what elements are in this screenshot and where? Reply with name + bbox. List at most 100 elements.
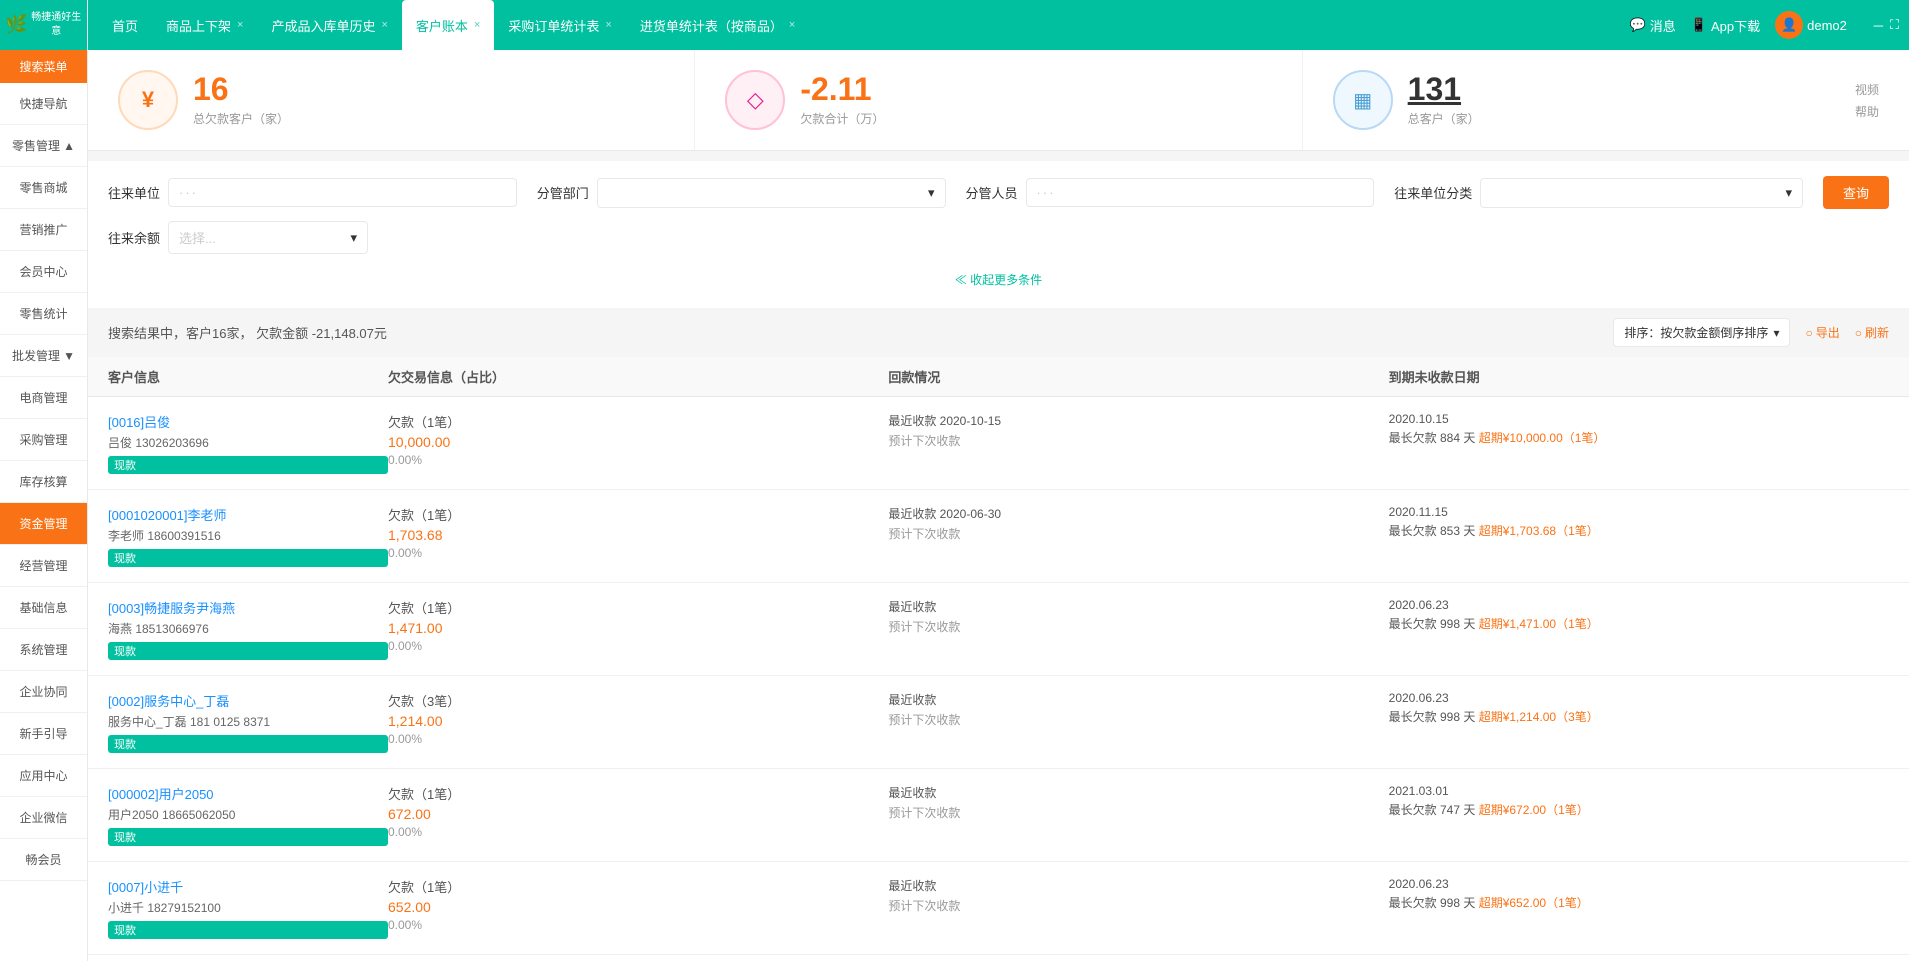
due-info: 2021.03.01 最长欠款 747 天 超期¥672.00（1笔）: [1389, 784, 1889, 818]
sidebar-item-retail-mgmt[interactable]: 零售管理▲: [0, 125, 87, 167]
sidebar-item-quick-nav[interactable]: 快捷导航: [0, 83, 87, 125]
filter-from-unit: 往来单位 ···: [108, 178, 517, 207]
overdue-link[interactable]: 超期¥1,703.68（1笔）: [1479, 524, 1599, 538]
unit-category-label: 往来单位分类: [1394, 183, 1472, 202]
minimize-icon[interactable]: －: [1872, 16, 1885, 35]
tab-product-shelf[interactable]: 商品上下架 ×: [152, 0, 257, 50]
results-prefix: 搜索结果中，客户16家: [108, 326, 239, 341]
sidebar-item-basic-info[interactable]: 基础信息: [0, 587, 87, 629]
collection-info: 最近收款 2020-06-30 预计下次收款: [888, 505, 1388, 542]
tab-close-icon[interactable]: ×: [605, 19, 611, 31]
tab-close-icon[interactable]: ×: [474, 19, 480, 31]
debt-customers-value: 16: [193, 73, 289, 105]
tab-purchase-order[interactable]: 采购订单统计表 ×: [494, 0, 625, 50]
collection-info: 最近收款 预计下次收款: [888, 784, 1388, 821]
app-download-btn[interactable]: 📱 App下载: [1691, 16, 1760, 35]
customer-name-link[interactable]: [0001020001]李老师: [108, 505, 388, 524]
overdue-link[interactable]: 超期¥1,471.00（1笔）: [1479, 617, 1599, 631]
video-link[interactable]: 视频: [1855, 81, 1879, 98]
collapse-btn[interactable]: ≪ 收起更多条件: [108, 266, 1889, 293]
sidebar-item-sys-mgmt[interactable]: 系统管理: [0, 629, 87, 671]
refresh-btn[interactable]: ○ 刷新: [1855, 324, 1889, 341]
debt-amount-value: -2.11: [800, 73, 884, 105]
tab-home[interactable]: 首页: [98, 0, 152, 50]
phone-icon: 📱: [1691, 17, 1707, 33]
sidebar-item-retail-stat[interactable]: 零售统计: [0, 293, 87, 335]
help-link[interactable]: 帮助: [1855, 103, 1879, 120]
refresh-icon: ○: [1855, 326, 1862, 340]
export-icon: ○: [1805, 326, 1812, 340]
overdue-link[interactable]: 超期¥1,214.00（3笔）: [1479, 710, 1599, 724]
filter-balance: 往来余额 选择... ▾: [108, 221, 1889, 254]
customer-phone: 海燕 18513066976: [108, 620, 388, 637]
customer-info: [0016]吕俊 吕俊 13026203696 现款: [108, 412, 388, 474]
customer-tag: 现款: [108, 921, 388, 939]
page-content: ¥ 16 总欠款客户（家） ◇ -2.11 欠款合计（万） ▦ 131 总: [88, 50, 1909, 961]
dept-select[interactable]: ▾: [597, 178, 946, 208]
due-info: 2020.11.15 最长欠款 853 天 超期¥1,703.68（1笔）: [1389, 505, 1889, 539]
sidebar-item-batch-mgmt[interactable]: 批发管理▼: [0, 335, 87, 377]
debt-info: 欠款（1笔） 652.00 0.00%: [388, 877, 888, 932]
tab-close-icon[interactable]: ×: [381, 19, 387, 31]
dept-label: 分管部门: [537, 183, 589, 202]
overdue-link[interactable]: 超期¥10,000.00（1笔）: [1479, 431, 1606, 445]
sidebar-item-new-guide[interactable]: 新手引导: [0, 713, 87, 755]
customer-phone: 服务中心_丁磊 181 0125 8371: [108, 713, 388, 730]
customer-info: [0003]畅捷服务尹海燕 海燕 18513066976 现款: [108, 598, 388, 660]
customer-name-link[interactable]: [000002]用户2050: [108, 784, 388, 803]
tab-product-history[interactable]: 产成品入库单历史 ×: [257, 0, 401, 50]
export-btn[interactable]: ○ 导出: [1805, 324, 1839, 341]
avatar: 👤: [1775, 11, 1803, 39]
customer-name-link[interactable]: [0003]畅捷服务尹海燕: [108, 598, 388, 617]
sidebar-item-enterprise[interactable]: 企业协同: [0, 671, 87, 713]
sidebar-item-member[interactable]: 会员中心: [0, 251, 87, 293]
from-unit-input[interactable]: ···: [168, 178, 517, 207]
debt-info: 欠款（1笔） 672.00 0.00%: [388, 784, 888, 839]
results-bar: 搜索结果中，客户16家， 欠款金额 -21,148.07元 排序：按欠款金额倒序…: [88, 308, 1909, 357]
overdue-link[interactable]: 超期¥652.00（1笔）: [1479, 896, 1589, 910]
filter-dept: 分管部门 ▾: [537, 178, 946, 208]
topbar-right: 💬 消息 📱 App下载 👤 demo2 － ⛶: [1630, 11, 1899, 39]
sidebar-item-capital-mgmt[interactable]: 资金管理: [0, 503, 87, 545]
collection-info: 最近收款 预计下次收款: [888, 877, 1388, 914]
sidebar-item-marketing[interactable]: 营销推广: [0, 209, 87, 251]
data-table: 客户信息 欠交易信息（占比） 回款情况 到期未收款日期 [0016]吕俊 吕俊 …: [88, 357, 1909, 961]
app-name: 畅捷通好生意: [30, 11, 82, 39]
customer-name-link[interactable]: [0007]小进千: [108, 877, 388, 896]
maximize-icon[interactable]: ⛶: [1890, 17, 1899, 33]
debt-customers-icon: ¥: [118, 70, 178, 130]
sidebar-item-purchase-mgmt[interactable]: 采购管理: [0, 419, 87, 461]
user-avatar-btn[interactable]: 👤 demo2: [1775, 11, 1847, 39]
overdue-link[interactable]: 超期¥672.00（1笔）: [1479, 803, 1589, 817]
customer-phone: 用户2050 18665062050: [108, 806, 388, 823]
tab-customer-account[interactable]: 客户账本 ×: [402, 0, 494, 50]
sidebar-item-ecom-mgmt[interactable]: 电商管理: [0, 377, 87, 419]
customer-name-link[interactable]: [0002]服务中心_丁磊: [108, 691, 388, 710]
stat-card-total-customers: ▦ 131 总客户（家） 视频 帮助: [1303, 50, 1909, 150]
collection-info: 最近收款 2020-10-15 预计下次收款: [888, 412, 1388, 449]
header-due-date: 到期未收款日期: [1389, 367, 1889, 386]
search-menu[interactable]: 搜索菜单: [0, 50, 87, 83]
sort-select[interactable]: 排序：按欠款金额倒序排序 ▾: [1613, 318, 1790, 347]
person-input[interactable]: ···: [1026, 178, 1375, 207]
balance-select[interactable]: 选择... ▾: [168, 221, 368, 254]
sidebar-item-wechat-work[interactable]: 企业微信: [0, 797, 87, 839]
debt-amount-info: -2.11 欠款合计（万）: [800, 73, 884, 127]
sidebar-item-ops-mgmt[interactable]: 经营管理: [0, 545, 87, 587]
sidebar-item-inventory[interactable]: 库存核算: [0, 461, 87, 503]
sidebar-item-member-plus[interactable]: 畅会员: [0, 839, 87, 881]
message-btn[interactable]: 💬 消息: [1630, 16, 1676, 35]
sidebar-item-app-center[interactable]: 应用中心: [0, 755, 87, 797]
chevron-down-icon: ▾: [350, 230, 357, 246]
tab-purchase-stat[interactable]: 进货单统计表（按商品） ×: [626, 0, 809, 50]
unit-category-select[interactable]: ▾: [1480, 178, 1803, 208]
customer-name-link[interactable]: [0016]吕俊: [108, 412, 388, 431]
chevron-down-icon: ▾: [1773, 326, 1779, 340]
main-area: 首页 商品上下架 × 产成品入库单历史 × 客户账本 × 采购订单统计表 × 进…: [88, 0, 1909, 961]
tab-close-icon[interactable]: ×: [789, 19, 795, 31]
tab-close-icon[interactable]: ×: [237, 19, 243, 31]
query-button[interactable]: 查询: [1823, 176, 1889, 209]
customer-phone: 吕俊 13026203696: [108, 434, 388, 451]
due-info: 2020.06.23 最长欠款 998 天 超期¥1,471.00（1笔）: [1389, 598, 1889, 632]
sidebar-item-retail-mall[interactable]: 零售商城: [0, 167, 87, 209]
